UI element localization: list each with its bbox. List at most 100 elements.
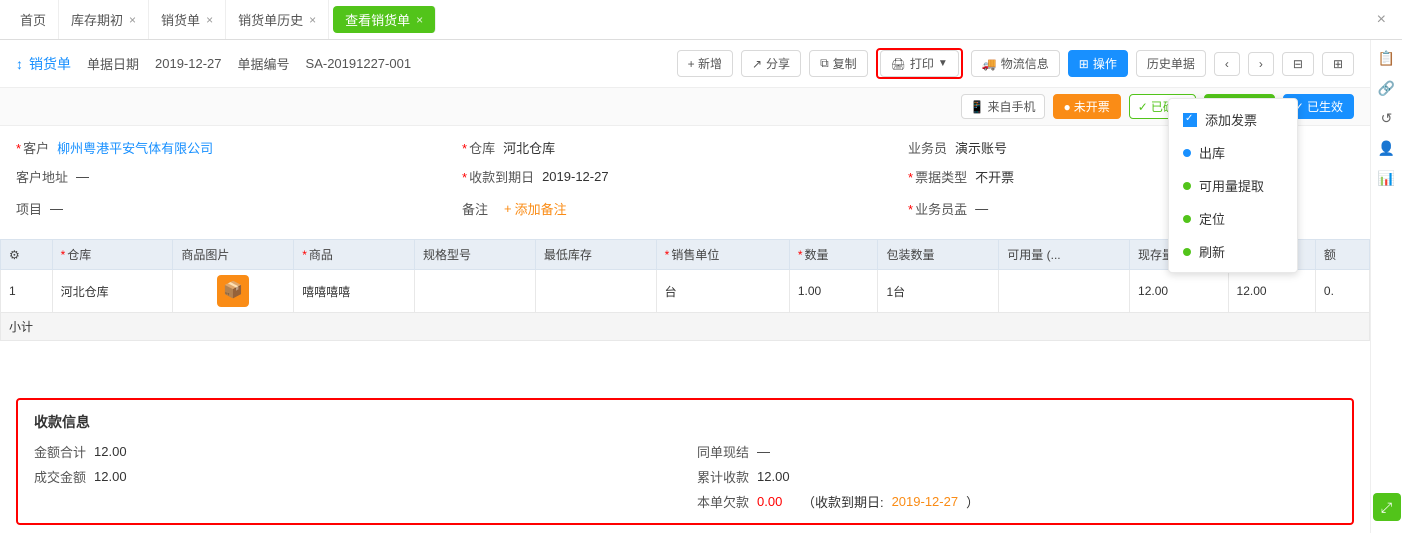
remark-field: 备注 + 添加备注 (462, 196, 908, 221)
owed-label: 本单欠款 (697, 492, 749, 511)
new-button[interactable]: + 新增 (677, 50, 733, 77)
sidebar-icon-clipboard[interactable]: 📋 (1373, 44, 1401, 72)
due-date-field: 收款到期日 2019-12-27 (462, 167, 908, 186)
table-row: 1 河北仓库 📦 嘻嘻嘻嘻 台 1.00 1台 12.00 12.00 (1, 270, 1370, 313)
logistics-button[interactable]: 🚚 物流信息 (971, 50, 1060, 77)
add-remark-button[interactable]: + 添加备注 (496, 196, 575, 221)
transaction-row: 成交金额 12.00 (34, 467, 673, 486)
tab-view-sales[interactable]: 查看销货单 × (333, 6, 436, 33)
col-product: 商品 (294, 240, 415, 270)
doc-date-value: 2019-12-27 (155, 56, 222, 71)
doc-num-label: 单据编号 (238, 54, 290, 73)
col-product-image: 商品图片 (173, 240, 294, 270)
address-field: 客户地址 — (16, 167, 462, 186)
form-area: 客户 柳州粤港平安气体有限公司 仓库 河北仓库 业务员 演示账号 客户地址 — (0, 126, 1370, 239)
mobile-button[interactable]: 📱 来自手机 (961, 94, 1045, 119)
ticket-type-label: 票据类型 (908, 167, 967, 186)
tab-sales-order-close[interactable]: × (206, 13, 213, 27)
tab-sales-history-close[interactable]: × (309, 13, 316, 27)
col-min-stock: 最低库存 (535, 240, 656, 270)
print-button[interactable]: 🖨 打印 ▼ (880, 50, 959, 77)
subtotal-row: 小计 (1, 313, 1370, 341)
doc-title: ↕ 销货单 (16, 54, 71, 74)
cell-no: 1 (1, 270, 53, 313)
sidebar-icon-chart[interactable]: 📊 (1373, 164, 1401, 192)
tab-inventory-init-close[interactable]: × (129, 13, 136, 27)
products-table: ⚙ 仓库 商品图片 商品 规格型号 最低库存 销售单位 数量 包装数量 可用量 … (0, 239, 1370, 341)
print-highlight-box: 🖨 打印 ▼ (876, 48, 963, 79)
tab-view-sales-close[interactable]: × (416, 13, 423, 27)
sidebar-icon-expand[interactable]: ⤢ (1373, 493, 1401, 521)
dropdown-item-outbound[interactable]: 出库 (1169, 136, 1297, 169)
cumulative-value: 12.00 (757, 469, 790, 484)
same-order-row: 同单现结 — (697, 442, 1336, 461)
same-order-value: — (757, 444, 770, 459)
doc-date-label: 单据日期 (87, 54, 139, 73)
dot-locate (1183, 215, 1191, 223)
operations-button[interactable]: ⊞ 操作 (1068, 50, 1128, 77)
due-paren-open: （收款到期日: (802, 492, 884, 511)
cell-sales-unit: 台 (656, 270, 789, 313)
cell-current-stock: 12.00 (1130, 270, 1229, 313)
window-close-button[interactable]: × (1369, 11, 1394, 29)
print-icon: 🖨 (891, 57, 906, 71)
customer-value: 柳州粤港平安气体有限公司 (57, 138, 462, 157)
total-row: 金额合计 12.00 (34, 442, 673, 461)
cell-quantity: 1.00 (789, 270, 878, 313)
prev-button[interactable]: ‹ (1214, 52, 1240, 76)
doc-meta: 单据日期 2019-12-27 单据编号 SA-20191227-001 (87, 54, 411, 73)
customer-field: 客户 柳州粤港平安气体有限公司 (16, 138, 462, 157)
grid-view-button[interactable]: ⊟ (1282, 52, 1314, 76)
due-date-value: 2019-12-27 (892, 494, 959, 509)
dropdown-item-refresh[interactable]: 刷新 (1169, 235, 1297, 268)
print-arrow-icon: ▼ (938, 58, 948, 69)
sidebar-icon-return[interactable]: ↺ (1373, 104, 1401, 132)
due-text (790, 494, 794, 509)
operations-dropdown: 添加发票 出库 可用量提取 定位 刷新 (1168, 98, 1298, 273)
tab-home[interactable]: 首页 (8, 0, 59, 39)
transaction-label: 成交金额 (34, 467, 86, 486)
mobile-icon: 📱 (970, 100, 985, 114)
sidebar-icon-user[interactable]: 👤 (1373, 134, 1401, 162)
total-value: 12.00 (94, 444, 127, 459)
history-button[interactable]: 历史单据 (1136, 50, 1206, 77)
owed-placeholder (34, 492, 673, 511)
total-label: 金额合计 (34, 442, 86, 461)
salesperson-label: 业务员盂 (908, 199, 967, 218)
checkbox-add-invoice (1183, 113, 1197, 127)
payment-info-title: 收款信息 (34, 412, 1336, 432)
tab-sales-order[interactable]: 销货单 × (149, 0, 226, 39)
col-amount: 额 (1315, 240, 1369, 270)
col-settings[interactable]: ⚙ (1, 240, 53, 270)
subtotal-label: 小计 (1, 313, 1370, 341)
circle-icon: ● (1064, 100, 1071, 114)
address-value: — (76, 169, 462, 184)
not-open-button[interactable]: ● 未开票 (1053, 94, 1121, 119)
project-field: 项目 — (16, 199, 462, 218)
cell-product-image: 📦 (173, 270, 294, 313)
truck-icon: 🚚 (982, 57, 997, 71)
form-row-1: 客户 柳州粤港平安气体有限公司 仓库 河北仓库 业务员 演示账号 (16, 138, 1354, 157)
form-row-2: 客户地址 — 收款到期日 2019-12-27 票据类型 不开票 (16, 167, 1354, 186)
next-button[interactable]: › (1248, 52, 1274, 76)
dropdown-item-add-invoice[interactable]: 添加发票 (1169, 103, 1297, 136)
payment-info-panel: 收款信息 金额合计 12.00 同单现结 — 成交金额 12.00 累计收款 1… (16, 398, 1354, 525)
share-icon: ↗ (752, 57, 762, 71)
employee-label: 业务员 (908, 138, 947, 157)
dropdown-item-quantity-extract[interactable]: 可用量提取 (1169, 169, 1297, 202)
cell-product: 嘻嘻嘻嘻 (294, 270, 415, 313)
dot-outbound (1183, 149, 1191, 157)
doc-title-text: 销货单 (29, 54, 71, 74)
tab-inventory-init[interactable]: 库存期初 × (59, 0, 149, 39)
tab-sales-history[interactable]: 销货单历史 × (226, 0, 329, 39)
cell-amount: 0. (1315, 270, 1369, 313)
due-date-label: 收款到期日 (462, 167, 534, 186)
tab-bar: 首页 库存期初 × 销货单 × 销货单历史 × 查看销货单 × × (0, 0, 1402, 40)
due-date-value: 2019-12-27 (542, 169, 908, 184)
col-pack-qty: 包装数量 (878, 240, 999, 270)
share-button[interactable]: ↗ 分享 (741, 50, 801, 77)
list-view-button[interactable]: ⊞ (1322, 52, 1354, 76)
copy-button[interactable]: ⧉ 复制 (809, 50, 868, 77)
dropdown-item-locate[interactable]: 定位 (1169, 202, 1297, 235)
sidebar-icon-link[interactable]: 🔗 (1373, 74, 1401, 102)
